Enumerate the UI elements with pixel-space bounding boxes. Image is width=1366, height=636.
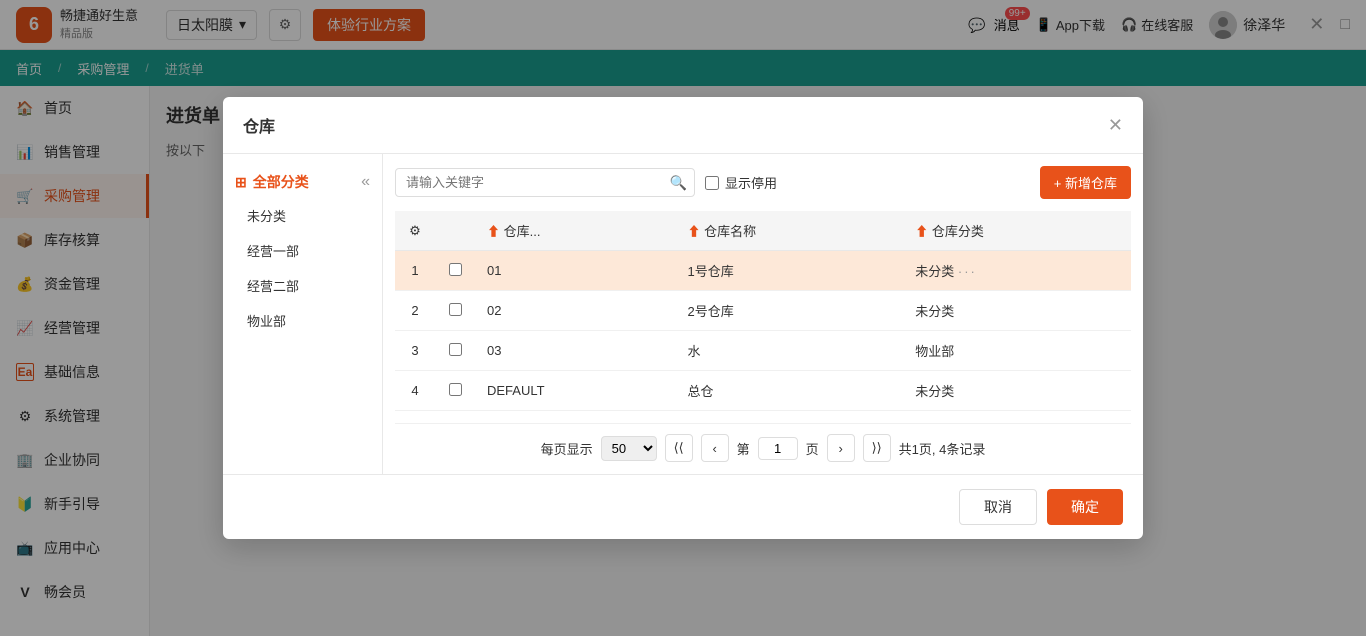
sort-icon-category: ⬆ xyxy=(915,224,928,239)
col-category: ⬆ 仓库分类 xyxy=(903,211,1131,251)
grid-icon: ⊞ xyxy=(235,174,247,191)
next-page-button[interactable]: › xyxy=(827,434,855,462)
row-index: 3 xyxy=(395,331,435,371)
sort-icon-name: ⬆ xyxy=(688,224,701,239)
row-actions[interactable]: ··· xyxy=(958,264,977,279)
all-categories-label: ⊞ 全部分类 xyxy=(235,172,309,192)
row-checkbox[interactable] xyxy=(435,251,475,291)
add-warehouse-button[interactable]: + 新增仓库 xyxy=(1040,166,1131,199)
page-label: 第 xyxy=(737,439,750,458)
warehouse-table: ⚙ ⬆ 仓库... ⬆ 仓库名称 ⬆ 仓库分类 xyxy=(395,211,1131,411)
category-item-property[interactable]: 物业部 xyxy=(223,303,382,338)
page-size-label: 每页显示 xyxy=(541,439,593,458)
search-input[interactable] xyxy=(395,168,695,197)
modal-close-button[interactable]: ✕ xyxy=(1108,115,1123,136)
last-page-button[interactable]: ⟩⟩ xyxy=(863,434,891,462)
table-toolbar: 🔍 显示停用 + 新增仓库 xyxy=(395,166,1131,199)
row-code: 01 xyxy=(475,251,676,291)
page-size-select[interactable]: 20 50 100 xyxy=(601,436,657,461)
row-index: 4 xyxy=(395,371,435,411)
table-row[interactable]: 2 02 2号仓库 未分类 xyxy=(395,291,1131,331)
row-category: 未分类 xyxy=(903,371,1131,411)
warehouse-modal: 仓库 ✕ ⊞ 全部分类 « 未分类 经营一部 经营二部 物业部 🔍 xyxy=(223,97,1143,539)
row-name: 1号仓库 xyxy=(676,251,904,291)
category-item-ops1[interactable]: 经营一部 xyxy=(223,233,382,268)
category-header[interactable]: ⊞ 全部分类 « xyxy=(223,166,382,198)
cancel-button[interactable]: 取消 xyxy=(959,489,1037,525)
row-name: 水 xyxy=(676,331,904,371)
total-info: 共1页, 4条记录 xyxy=(899,439,986,458)
pagination: 每页显示 20 50 100 ⟨⟨ ‹ 第 页 › ⟩⟩ 共1页, 4条记录 xyxy=(395,423,1131,462)
sort-icon-code: ⬆ xyxy=(487,224,500,239)
show-disabled-wrap: 显示停用 xyxy=(705,173,777,192)
row-category: 未分类 ··· xyxy=(903,251,1131,291)
category-panel: ⊞ 全部分类 « 未分类 经营一部 经营二部 物业部 xyxy=(223,154,383,474)
category-item-ops2[interactable]: 经营二部 xyxy=(223,268,382,303)
col-code: ⬆ 仓库... xyxy=(475,211,676,251)
row-category: 未分类 xyxy=(903,291,1131,331)
table-panel: 🔍 显示停用 + 新增仓库 ⚙ ⬆ 仓库... xyxy=(383,154,1143,474)
first-page-button[interactable]: ⟨⟨ xyxy=(665,434,693,462)
page-suffix: 页 xyxy=(806,439,819,458)
table-row[interactable]: 1 01 1号仓库 未分类 ··· xyxy=(395,251,1131,291)
modal-title: 仓库 xyxy=(243,113,275,137)
show-disabled-checkbox[interactable] xyxy=(705,176,719,190)
modal-header: 仓库 ✕ xyxy=(223,97,1143,154)
col-gear: ⚙ xyxy=(395,211,435,251)
row-code: 03 xyxy=(475,331,676,371)
prev-page-button[interactable]: ‹ xyxy=(701,434,729,462)
row-code: 02 xyxy=(475,291,676,331)
modal-footer: 取消 确定 xyxy=(223,474,1143,539)
category-item-unclassified[interactable]: 未分类 xyxy=(223,198,382,233)
col-check xyxy=(435,211,475,251)
confirm-button[interactable]: 确定 xyxy=(1047,489,1123,525)
row-checkbox[interactable] xyxy=(435,371,475,411)
row-name: 2号仓库 xyxy=(676,291,904,331)
all-categories-text: 全部分类 xyxy=(253,172,309,192)
row-checkbox[interactable] xyxy=(435,291,475,331)
table-row[interactable]: 4 DEFAULT 总仓 未分类 xyxy=(395,371,1131,411)
page-number-input[interactable] xyxy=(758,437,798,460)
row-name: 总仓 xyxy=(676,371,904,411)
show-disabled-label: 显示停用 xyxy=(725,173,777,192)
row-checkbox[interactable] xyxy=(435,331,475,371)
row-code: DEFAULT xyxy=(475,371,676,411)
modal-body: ⊞ 全部分类 « 未分类 经营一部 经营二部 物业部 🔍 显示停用 xyxy=(223,154,1143,474)
collapse-button[interactable]: « xyxy=(361,173,370,191)
table-row[interactable]: 3 03 水 物业部 xyxy=(395,331,1131,371)
search-input-wrap: 🔍 xyxy=(395,168,695,197)
search-icon[interactable]: 🔍 xyxy=(670,174,687,191)
row-index: 2 xyxy=(395,291,435,331)
row-category: 物业部 xyxy=(903,331,1131,371)
table-header-row: ⚙ ⬆ 仓库... ⬆ 仓库名称 ⬆ 仓库分类 xyxy=(395,211,1131,251)
col-name: ⬆ 仓库名称 xyxy=(676,211,904,251)
row-index: 1 xyxy=(395,251,435,291)
